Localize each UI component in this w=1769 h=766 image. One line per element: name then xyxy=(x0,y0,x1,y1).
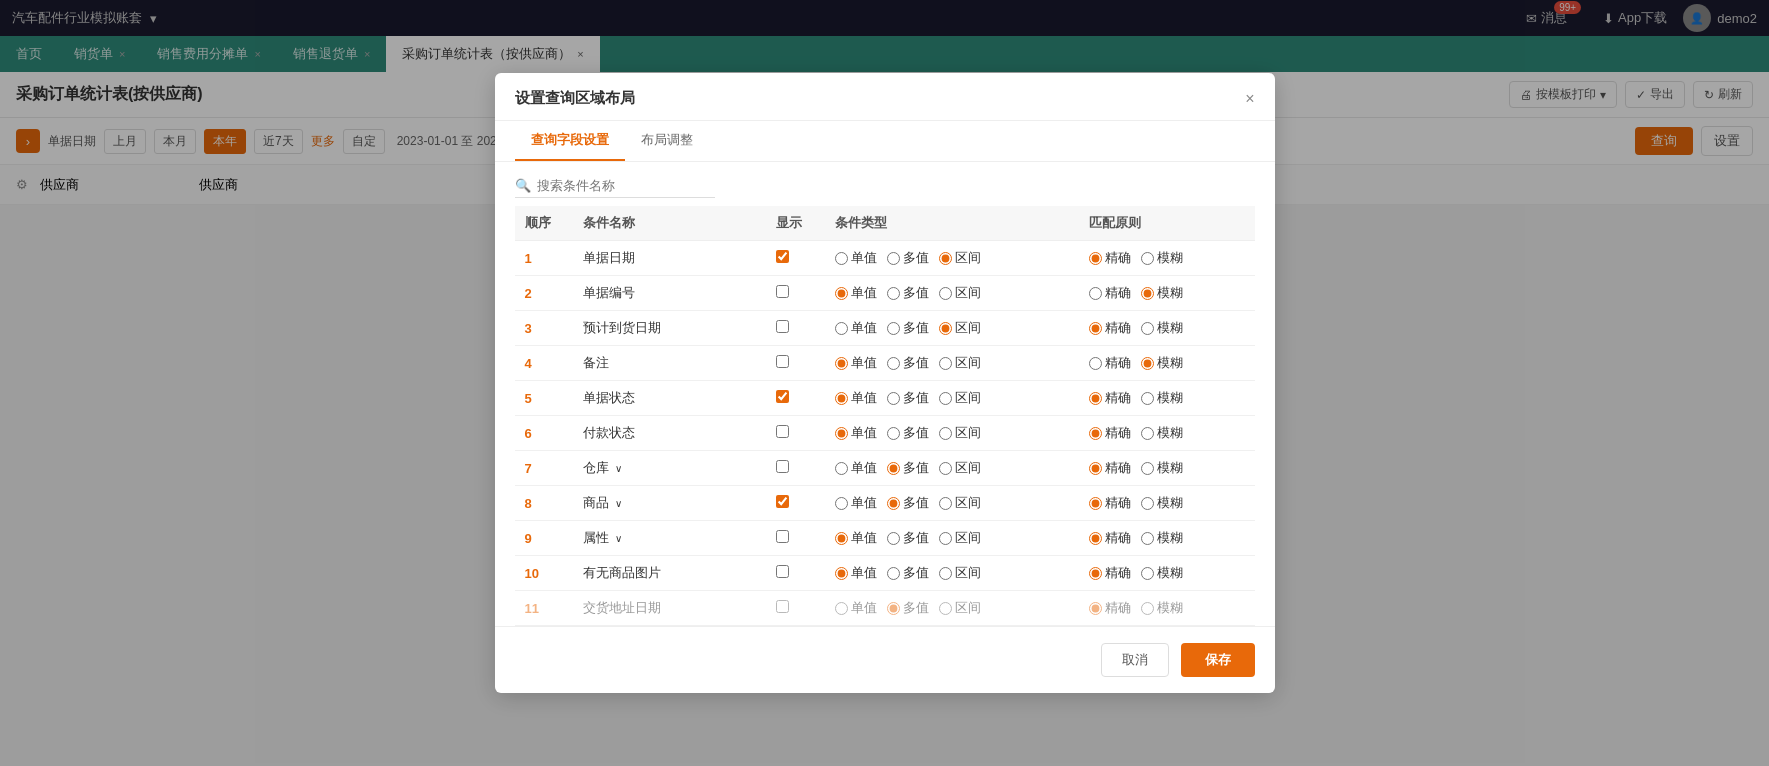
search-icon: 🔍 xyxy=(515,178,531,193)
tab-layout-adjust-label: 布局调整 xyxy=(641,132,693,147)
search-input[interactable] xyxy=(537,178,715,193)
dialog-tabs: 查询字段设置 布局调整 xyxy=(495,121,1275,162)
search-box: 🔍 xyxy=(515,174,715,198)
modal-overlay: 设置查询区域布局 × 查询字段设置 布局调整 🔍 顺序 xyxy=(0,0,1769,205)
dialog-search: 🔍 xyxy=(495,162,1275,205)
dialog-title: 设置查询区域布局 xyxy=(515,89,635,108)
tab-layout-adjust[interactable]: 布局调整 xyxy=(625,121,709,161)
dialog-header: 设置查询区域布局 × xyxy=(495,73,1275,121)
tab-field-settings[interactable]: 查询字段设置 xyxy=(515,121,625,161)
dialog-close-button[interactable]: × xyxy=(1245,90,1254,108)
dialog: 设置查询区域布局 × 查询字段设置 布局调整 🔍 顺序 xyxy=(495,73,1275,205)
tab-field-settings-label: 查询字段设置 xyxy=(531,132,609,147)
